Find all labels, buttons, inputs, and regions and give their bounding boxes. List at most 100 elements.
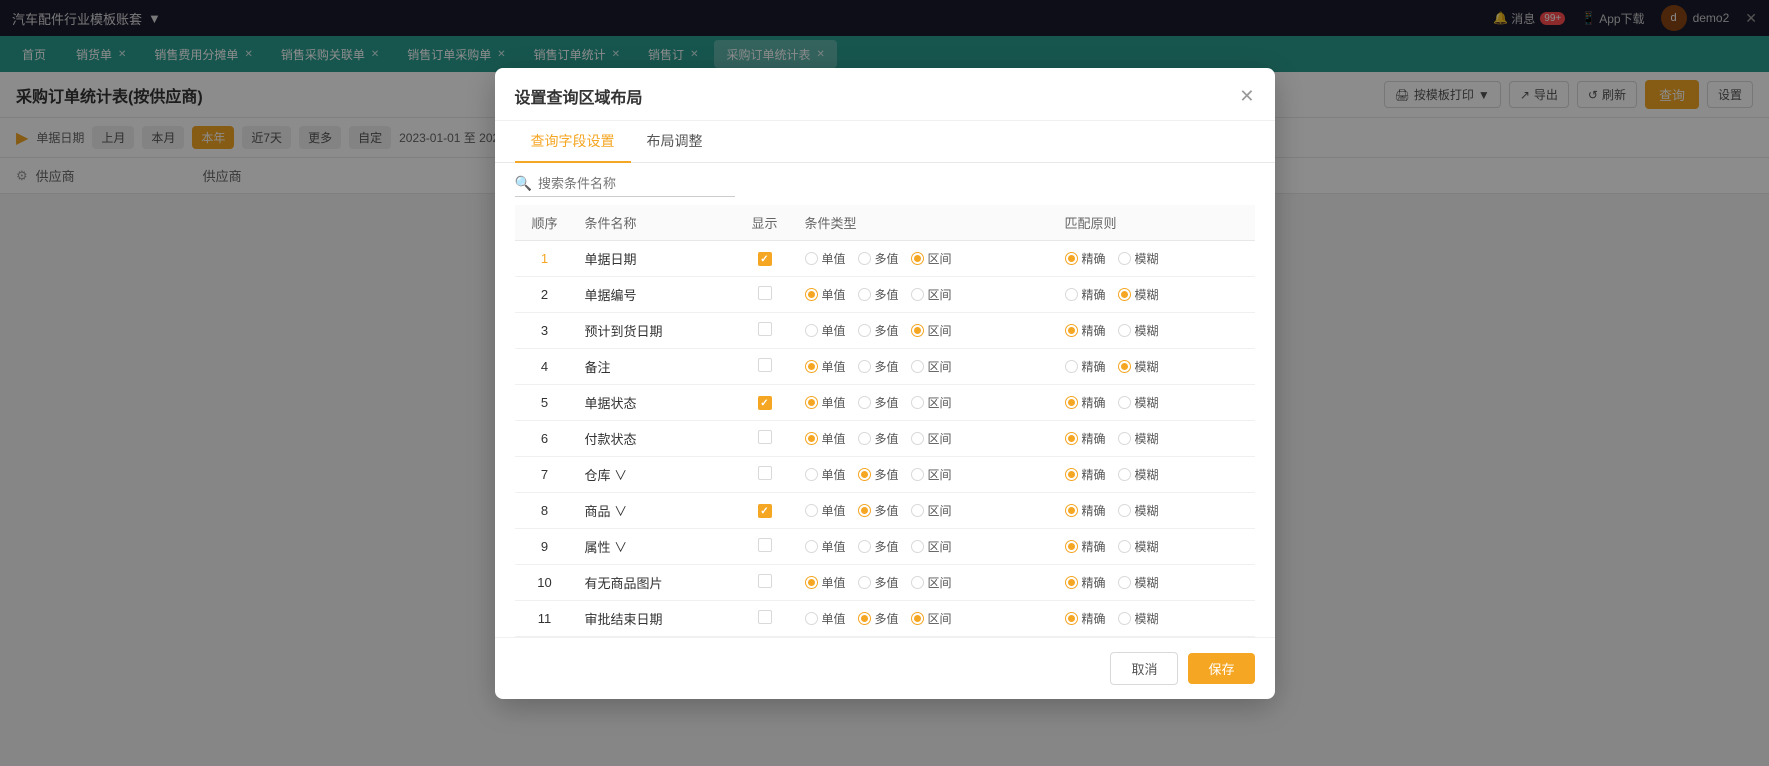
radio-cond-multi[interactable]: 多值 — [858, 394, 899, 411]
display-checkbox[interactable] — [758, 466, 772, 480]
cancel-button[interactable]: 取消 — [1110, 652, 1178, 685]
radio-cond-multi[interactable]: 多值 — [858, 574, 899, 591]
display-checkbox[interactable] — [758, 574, 772, 588]
cell-display[interactable] — [735, 348, 795, 384]
radio-match-fuzzy[interactable]: 模糊 — [1118, 574, 1159, 591]
display-checkbox[interactable] — [758, 504, 772, 518]
cell-cond-type: 单值多值区间 — [795, 240, 1055, 276]
radio-cond-multi[interactable]: 多值 — [858, 430, 899, 447]
radio-cond-single[interactable]: 单值 — [805, 574, 846, 591]
save-button[interactable]: 保存 — [1188, 653, 1254, 684]
cell-display[interactable] — [735, 564, 795, 600]
display-checkbox[interactable] — [758, 538, 772, 552]
table-row: 3预计到货日期单值多值区间精确模糊 — [515, 312, 1255, 348]
cell-display[interactable] — [735, 528, 795, 564]
radio-match-fuzzy[interactable]: 模糊 — [1118, 286, 1159, 303]
radio-match-fuzzy[interactable]: 模糊 — [1118, 322, 1159, 339]
cell-display[interactable] — [735, 384, 795, 420]
cell-cond-type: 单值多值区间 — [795, 528, 1055, 564]
radio-match-exact[interactable]: 精确 — [1065, 322, 1106, 339]
radio-cond-multi[interactable]: 多值 — [858, 286, 899, 303]
radio-dot-multi — [858, 324, 871, 337]
display-checkbox[interactable] — [758, 430, 772, 444]
radio-cond-single[interactable]: 单值 — [805, 358, 846, 375]
display-checkbox[interactable] — [758, 610, 772, 624]
radio-cond-range[interactable]: 区间 — [911, 574, 952, 591]
cell-display[interactable] — [735, 456, 795, 492]
display-checkbox[interactable] — [758, 358, 772, 372]
radio-cond-multi[interactable]: 多值 — [858, 538, 899, 555]
radio-cond-single[interactable]: 单值 — [805, 502, 846, 519]
radio-cond-single[interactable]: 单值 — [805, 538, 846, 555]
radio-cond-single[interactable]: 单值 — [805, 430, 846, 447]
radio-match-fuzzy[interactable]: 模糊 — [1118, 250, 1159, 267]
cell-match-rule: 精确模糊 — [1055, 240, 1255, 276]
radio-cond-range[interactable]: 区间 — [911, 322, 952, 339]
radio-dot-match-fuzzy — [1118, 468, 1131, 481]
radio-cond-multi[interactable]: 多值 — [858, 610, 899, 627]
cell-cond-type: 单值多值区间 — [795, 276, 1055, 312]
radio-match-exact[interactable]: 精确 — [1065, 466, 1106, 483]
radio-cond-range[interactable]: 区间 — [911, 286, 952, 303]
radio-dot-match-exact — [1065, 252, 1078, 265]
radio-match-fuzzy[interactable]: 模糊 — [1118, 394, 1159, 411]
radio-dot-match-fuzzy — [1118, 288, 1131, 301]
col-cond-type: 条件类型 — [795, 205, 1055, 241]
radio-cond-range[interactable]: 区间 — [911, 250, 952, 267]
tab-query-fields[interactable]: 查询字段设置 — [515, 121, 631, 163]
radio-match-exact[interactable]: 精确 — [1065, 430, 1106, 447]
radio-cond-multi[interactable]: 多值 — [858, 250, 899, 267]
cell-display[interactable] — [735, 420, 795, 456]
cell-display[interactable] — [735, 276, 795, 312]
radio-match-exact[interactable]: 精确 — [1065, 538, 1106, 555]
cell-cond-name: 备注 — [575, 348, 735, 384]
radio-match-exact[interactable]: 精确 — [1065, 358, 1106, 375]
search-box: 🔍 — [515, 175, 735, 197]
radio-match-exact[interactable]: 精确 — [1065, 250, 1106, 267]
radio-cond-range[interactable]: 区间 — [911, 394, 952, 411]
radio-match-exact[interactable]: 精确 — [1065, 394, 1106, 411]
radio-cond-range[interactable]: 区间 — [911, 358, 952, 375]
search-input[interactable] — [538, 176, 718, 191]
cell-display[interactable] — [735, 600, 795, 636]
radio-dot-single — [805, 540, 818, 553]
radio-cond-single[interactable]: 单值 — [805, 466, 846, 483]
display-checkbox[interactable] — [758, 396, 772, 410]
display-checkbox[interactable] — [758, 252, 772, 266]
cell-display[interactable] — [735, 312, 795, 348]
radio-cond-single[interactable]: 单值 — [805, 286, 846, 303]
radio-cond-single[interactable]: 单值 — [805, 610, 846, 627]
display-checkbox[interactable] — [758, 322, 772, 336]
radio-cond-single[interactable]: 单值 — [805, 394, 846, 411]
radio-match-exact[interactable]: 精确 — [1065, 286, 1106, 303]
tab-layout-adjust[interactable]: 布局调整 — [631, 121, 719, 163]
radio-match-exact[interactable]: 精确 — [1065, 502, 1106, 519]
radio-match-fuzzy[interactable]: 模糊 — [1118, 538, 1159, 555]
radio-cond-multi[interactable]: 多值 — [858, 358, 899, 375]
radio-cond-range[interactable]: 区间 — [911, 430, 952, 447]
radio-cond-multi[interactable]: 多值 — [858, 502, 899, 519]
cell-display[interactable] — [735, 240, 795, 276]
radio-cond-range[interactable]: 区间 — [911, 610, 952, 627]
radio-match-fuzzy[interactable]: 模糊 — [1118, 502, 1159, 519]
radio-match-fuzzy[interactable]: 模糊 — [1118, 430, 1159, 447]
display-checkbox[interactable] — [758, 286, 772, 300]
radio-match-exact[interactable]: 精确 — [1065, 610, 1106, 627]
radio-cond-range[interactable]: 区间 — [911, 502, 952, 519]
radio-cond-single[interactable]: 单值 — [805, 322, 846, 339]
cell-cond-type: 单值多值区间 — [795, 384, 1055, 420]
radio-match-fuzzy[interactable]: 模糊 — [1118, 466, 1159, 483]
modal-search-area: 🔍 — [495, 163, 1275, 205]
cell-match-rule: 精确模糊 — [1055, 420, 1255, 456]
radio-cond-multi[interactable]: 多值 — [858, 466, 899, 483]
radio-match-fuzzy[interactable]: 模糊 — [1118, 610, 1159, 627]
radio-cond-single[interactable]: 单值 — [805, 250, 846, 267]
radio-match-fuzzy[interactable]: 模糊 — [1118, 358, 1159, 375]
radio-cond-range[interactable]: 区间 — [911, 538, 952, 555]
radio-match-exact[interactable]: 精确 — [1065, 574, 1106, 591]
modal-close-button[interactable]: ✕ — [1239, 87, 1254, 105]
cell-match-rule: 精确模糊 — [1055, 600, 1255, 636]
radio-cond-range[interactable]: 区间 — [911, 466, 952, 483]
cell-display[interactable] — [735, 492, 795, 528]
radio-cond-multi[interactable]: 多值 — [858, 322, 899, 339]
